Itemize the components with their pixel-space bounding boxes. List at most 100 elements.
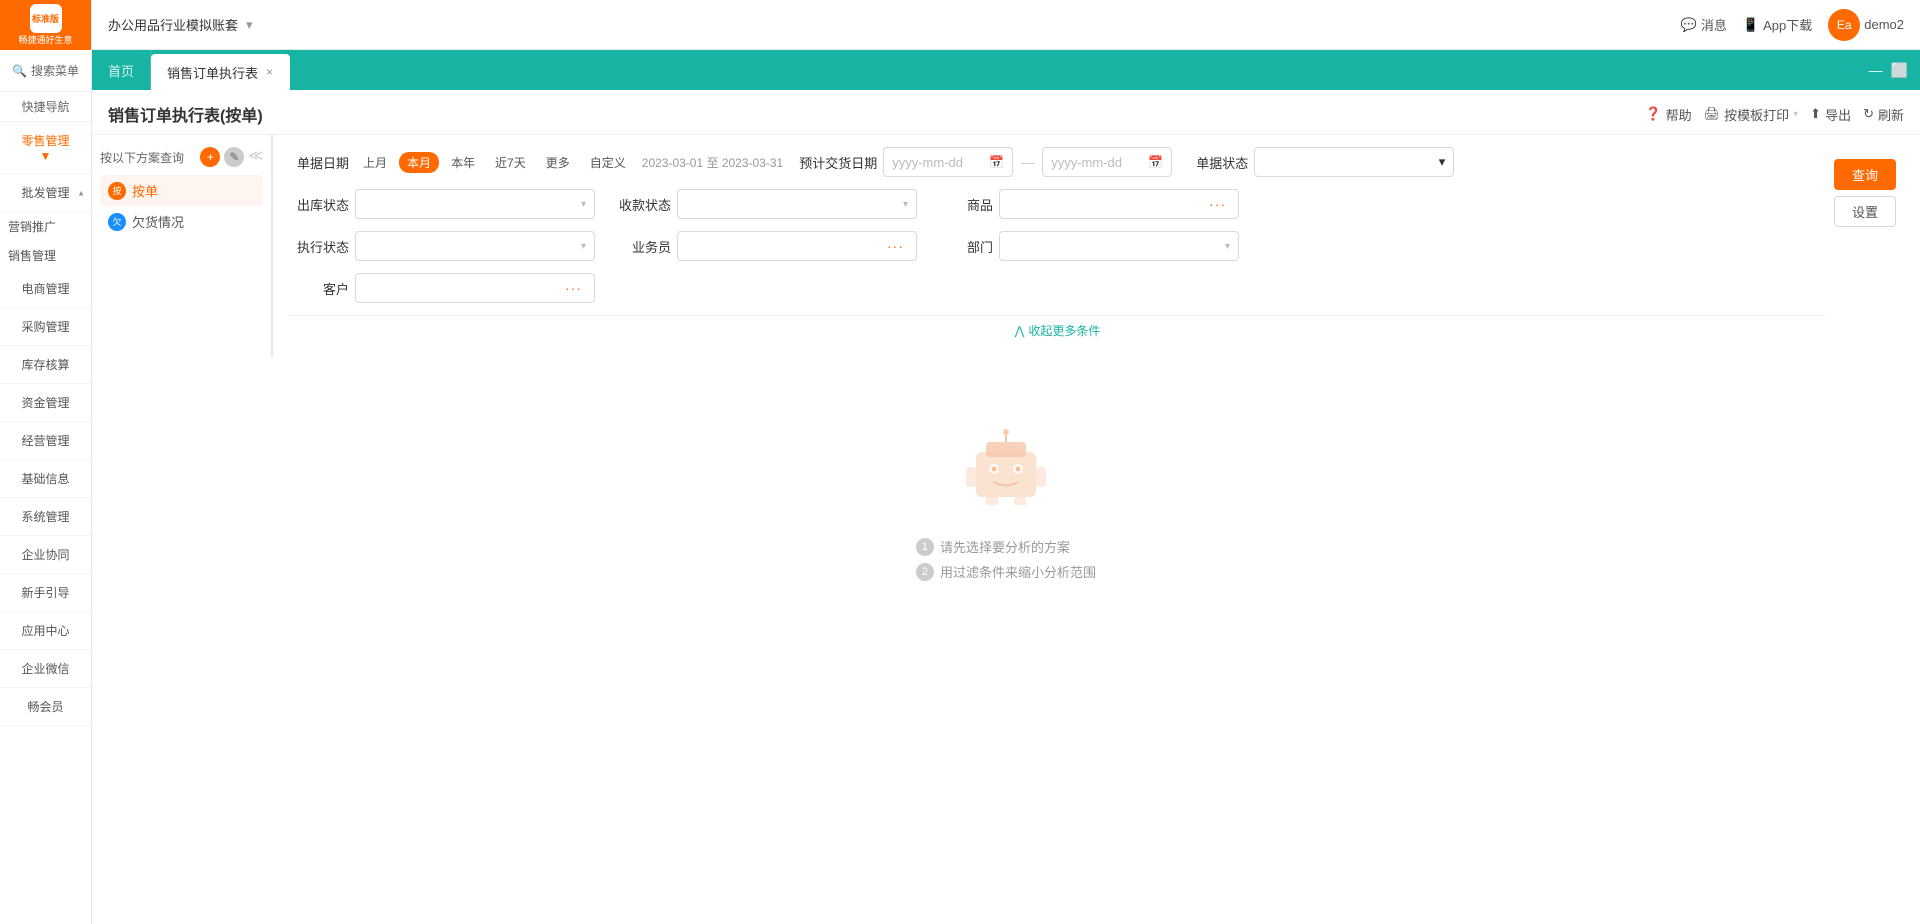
tab-home[interactable]: 首页 [92,50,151,90]
help-label: 帮助 [1666,105,1692,124]
empty-state: 1 请先选择要分析的方案 2 用过滤条件来缩小分析范围 [92,357,1920,647]
tab-sales-order-label: 销售订单执行表 [167,63,258,82]
salesman-dots[interactable]: ··· [883,238,908,254]
tab-maximize-icon[interactable]: ⬜ [1891,62,1908,79]
sidebar: 标准版 畅捷通好生意 🔍 搜索菜单 快捷导航 零售管理 批发管理 营销推广 销售… [0,0,92,924]
breadcrumb-arrow[interactable]: ▾ [246,17,253,33]
app-download-btn[interactable]: 📱 App下载 [1743,15,1812,34]
customer-select[interactable]: ··· [355,273,595,303]
sidebar-item-enterprise[interactable]: 企业协同 [0,536,91,574]
filter-row-4: 客户 ··· [289,273,1826,303]
sidebar-item-finance-label: 资金管理 [21,394,69,411]
sidebar-item-appcenter-label: 应用中心 [21,622,69,639]
out-status-select[interactable]: ▾ [355,189,595,219]
help-btn[interactable]: ❓ 帮助 [1645,105,1691,124]
template-print-arrow: ▾ [1793,109,1798,120]
scheme-item-backorder[interactable]: 欠 欠货情况 [100,206,263,237]
out-status-chevron: ▾ [581,199,586,210]
export-btn[interactable]: ⬆ 导出 [1810,105,1851,124]
sidebar-item-system[interactable]: 系统管理 [0,498,91,536]
date-tag-more[interactable]: 更多 [538,152,578,173]
scheme-item-byorder[interactable]: 按 按单 [100,175,263,206]
sidebar-item-wholesale[interactable]: 批发管理 [0,174,91,212]
date-tag-lastmonth[interactable]: 上月 [355,152,395,173]
query-btn[interactable]: 查询 [1834,159,1896,190]
date-control: 上月 本月 本年 近7天 更多 自定义 2023-03-01 至 2023-03… [355,152,783,173]
recv-status-select[interactable]: ▾ [677,189,917,219]
salesman-select[interactable]: ··· [677,231,917,261]
tab-sales-order[interactable]: 销售订单执行表 × [151,54,290,90]
filter-customer: 客户 ··· [289,273,595,303]
search-menu-item[interactable]: 🔍 搜索菜单 [6,58,85,83]
logo-text: 畅捷通好生意 [18,35,72,46]
dept-label: 部门 [933,237,993,256]
refresh-btn[interactable]: ↻ 刷新 [1863,105,1904,124]
predict-date-control: yyyy-mm-dd 📅 — yyyy-mm-dd 📅 [883,147,1172,177]
edit-scheme-btn[interactable]: ✎ [224,147,244,167]
message-label: 消息 [1701,15,1727,34]
sidebar-item-operations[interactable]: 经营管理 [0,422,91,460]
sidebar-item-inventory[interactable]: 库存核算 [0,346,91,384]
sidebar-item-member[interactable]: 畅会员 [0,688,91,726]
app-download-icon: 📱 [1743,17,1759,33]
quick-nav-label: 快捷导航 [21,100,69,114]
status-select[interactable]: ▾ [1254,147,1454,177]
sidebar-item-wechat[interactable]: 企业微信 [0,650,91,688]
out-status-label: 出库状态 [289,195,349,214]
sidebar-item-retail[interactable]: 零售管理 [0,122,91,174]
sidebar-item-purchase[interactable]: 采购管理 [0,308,91,346]
sidebar-item-marketing[interactable]: 营销推广 [0,212,91,241]
collapse-icon: ⋀ [1015,324,1025,338]
sidebar-item-appcenter[interactable]: 应用中心 [0,612,91,650]
collapse-more-btn[interactable]: ⋀ 收起更多条件 [289,315,1826,345]
date-tag-thisyear[interactable]: 本年 [443,152,483,173]
avatar-text: Ea [1837,18,1852,32]
empty-illustration [956,417,1056,517]
sidebar-item-finance[interactable]: 资金管理 [0,384,91,422]
breadcrumb: 办公用品行业模拟账套 ▾ [108,15,253,34]
message-icon: 💬 [1681,17,1697,33]
date-tag-7days[interactable]: 近7天 [487,152,534,173]
tab-bar: 首页 销售订单执行表 × — ⬜ [92,50,1920,90]
goods-dots[interactable]: ··· [1205,196,1230,212]
collapse-panel-btn[interactable]: ≪ [248,147,263,167]
date-tag-thismonth[interactable]: 本月 [399,152,439,173]
dept-select[interactable]: ▾ [999,231,1239,261]
goods-select[interactable]: ··· [999,189,1239,219]
predict-end-placeholder: yyyy-mm-dd [1051,155,1122,170]
sidebar-item-sales[interactable]: 销售管理 [0,241,91,270]
setting-btn[interactable]: 设置 [1834,196,1896,227]
tab-minimize-icon[interactable]: — [1869,62,1883,78]
filter-recv-status: 收款状态 ▾ [611,189,917,219]
template-print-btn[interactable]: 🖨 按模板打印 ▾ [1704,105,1799,124]
logo-icon: 标准版 [30,4,62,33]
sidebar-item-member-label: 畅会员 [27,698,63,715]
user-menu[interactable]: Ea demo2 [1828,9,1904,41]
sidebar-search-section[interactable]: 🔍 搜索菜单 [0,50,91,92]
predict-date-start[interactable]: yyyy-mm-dd 📅 [883,147,1013,177]
date-tag-custom[interactable]: 自定义 [582,152,634,173]
exec-status-select[interactable]: ▾ [355,231,595,261]
predict-date-label: 预计交货日期 [799,153,877,172]
user-name: demo2 [1864,17,1904,32]
sidebar-item-ecommerce[interactable]: 电商管理 [0,270,91,308]
customer-label: 客户 [289,279,349,298]
left-panel-title: 按以下方案查询 [100,149,184,166]
dept-chevron: ▾ [1225,241,1230,252]
add-scheme-btn[interactable]: + [200,147,220,167]
sidebar-item-operations-label: 经营管理 [21,432,69,449]
scheme-label-backorder: 欠货情况 [132,212,184,231]
tab-close-icon[interactable]: × [266,65,273,79]
sidebar-item-basics-label: 基础信息 [21,470,69,487]
filter-row-1: 单据日期 上月 本月 本年 近7天 更多 自定义 2023-03-01 至 20… [289,147,1826,177]
add-scheme-icon: + [207,150,214,164]
quick-nav-item[interactable]: 快捷导航 [0,92,91,122]
recv-status-label: 收款状态 [611,195,671,214]
message-btn[interactable]: 💬 消息 [1681,15,1727,34]
sidebar-item-newbie[interactable]: 新手引导 [0,574,91,612]
customer-dots[interactable]: ··· [561,280,586,296]
tab-home-label: 首页 [108,61,134,80]
sidebar-item-enterprise-label: 企业协同 [21,546,69,563]
predict-date-end[interactable]: yyyy-mm-dd 📅 [1042,147,1172,177]
sidebar-item-basics[interactable]: 基础信息 [0,460,91,498]
